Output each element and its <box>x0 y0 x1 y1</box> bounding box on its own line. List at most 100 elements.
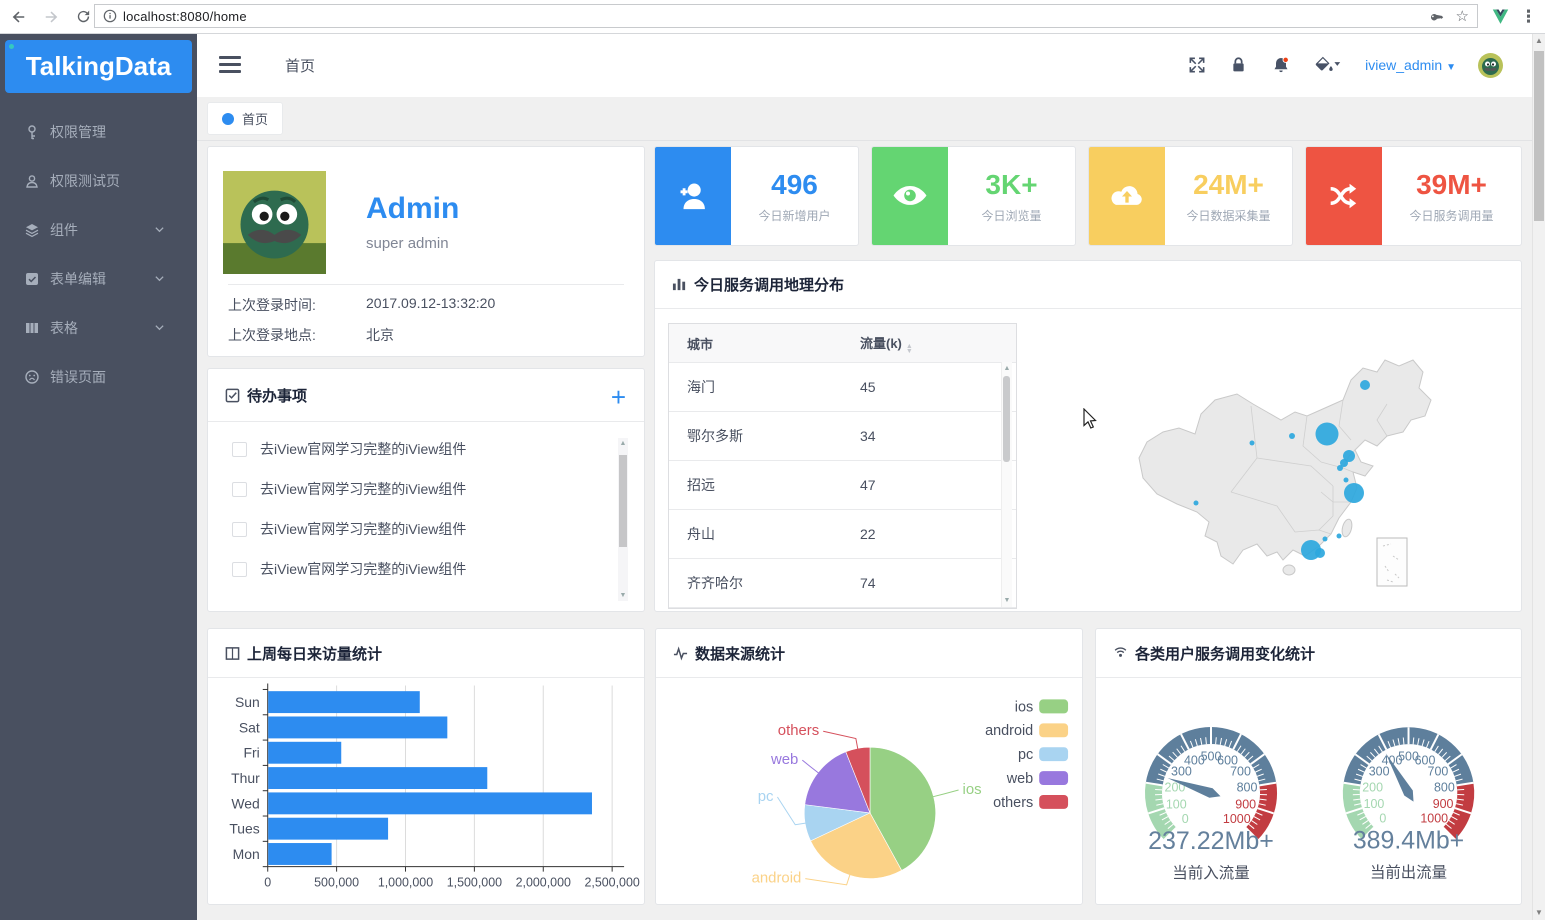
vue-devtools-icon[interactable] <box>1491 8 1510 25</box>
notification-bell-icon[interactable] <box>1271 55 1291 75</box>
table-row[interactable]: 舟山 22 <box>669 510 1016 559</box>
pulse-icon <box>673 646 688 661</box>
svg-text:700: 700 <box>1230 765 1251 779</box>
svg-text:Sat: Sat <box>239 719 260 735</box>
url-bar[interactable]: localhost:8080/home ☆ <box>94 4 1478 28</box>
logo-text: TalkingData <box>26 51 171 82</box>
table-row[interactable]: 海门 45 <box>669 363 1016 412</box>
card-title: 今日服务调用地理分布 <box>694 274 844 295</box>
svg-text:900: 900 <box>1433 797 1454 811</box>
stat-value: 496 <box>771 169 818 201</box>
svg-text:android: android <box>752 870 802 887</box>
todo-item: 去iView官网学习完整的iView组件 <box>232 479 466 499</box>
svg-text:当前出流量: 当前出流量 <box>1370 864 1447 882</box>
mouse-cursor <box>1083 408 1098 429</box>
svg-text:android: android <box>985 723 1033 739</box>
sidebar-item-permission-test[interactable]: 权限测试页 <box>0 156 197 205</box>
scroll-down-icon[interactable]: ▼ <box>1002 597 1012 604</box>
svg-text:pc: pc <box>1018 747 1033 763</box>
sidebar-item-components[interactable]: 组件 <box>0 205 197 254</box>
pie-chart: iosandroidpcwebothersiosandroidpcwebothe… <box>656 677 1082 904</box>
fullscreen-icon[interactable] <box>1187 55 1207 75</box>
person-add-icon <box>655 147 731 245</box>
app-logo[interactable]: TalkingData <box>5 40 192 93</box>
lock-icon[interactable] <box>1229 55 1249 75</box>
svg-text:web: web <box>1006 771 1033 787</box>
sidebar-item-error-pages[interactable]: 错误页面 <box>0 352 197 401</box>
breadcrumb[interactable]: 首页 <box>285 55 315 76</box>
person-lock-icon <box>24 173 40 189</box>
stat-label: 今日数据采集量 <box>1186 207 1270 224</box>
user-name: Admin <box>366 192 459 226</box>
collapse-menu-icon[interactable] <box>219 56 241 74</box>
browser-menu-icon[interactable]: ⋮ <box>1520 7 1537 27</box>
app-header: 首页 iview_admin ▼ <box>197 33 1533 98</box>
table-row[interactable]: 招远 47 <box>669 461 1016 510</box>
sidebar-item-tables[interactable]: 表格 <box>0 303 197 352</box>
todo-checkbox[interactable] <box>232 482 247 497</box>
sidebar-item-label: 错误页面 <box>50 367 106 387</box>
svg-text:pc: pc <box>758 788 774 805</box>
sidebar-menu: 权限管理 权限测试页 组件 表单编辑 表格 错误页面 <box>0 107 197 401</box>
chevron-down-icon <box>154 224 165 235</box>
sidebar: TalkingData 权限管理 权限测试页 组件 表单编辑 表格 错误页面 <box>0 33 197 920</box>
todo-checkbox[interactable] <box>232 562 247 577</box>
todo-item: 去iView官网学习完整的iView组件 <box>232 439 466 459</box>
column-header-traffic[interactable]: 流量(k)▲▼ <box>842 333 913 354</box>
todo-checkbox[interactable] <box>232 522 247 537</box>
bookmark-star-icon[interactable]: ☆ <box>1456 7 1469 25</box>
user-profile-card: Admin super admin 上次登录时间: 2017.09.12-13:… <box>207 146 645 357</box>
svg-text:389.4Mb+: 389.4Mb+ <box>1353 827 1464 855</box>
sidebar-item-label: 权限测试页 <box>50 171 120 191</box>
todo-card: 待办事项 + 去iView官网学习完整的iView组件 去iView官网学习完整… <box>207 368 645 612</box>
stat-label: 今日新增用户 <box>758 207 830 224</box>
sidebar-item-permissions[interactable]: 权限管理 <box>0 107 197 156</box>
scroll-down-icon[interactable]: ▼ <box>618 592 628 599</box>
scrollbar-thumb[interactable] <box>1003 376 1010 462</box>
page-scrollbar[interactable]: ▲ ▼ <box>1532 33 1545 920</box>
svg-text:700: 700 <box>1428 765 1449 779</box>
tab-home[interactable]: 首页 <box>207 102 283 135</box>
column-header-city: 城市 <box>669 334 842 353</box>
card-title: 待办事项 <box>247 385 307 406</box>
scroll-down-icon[interactable]: ▼ <box>1533 908 1545 917</box>
theme-bucket-icon[interactable] <box>1313 55 1343 75</box>
svg-text:ios: ios <box>963 781 982 798</box>
add-todo-button[interactable]: + <box>611 382 626 413</box>
svg-text:1,000,000: 1,000,000 <box>378 876 433 890</box>
table-row[interactable]: 齐齐哈尔 74 <box>669 559 1016 608</box>
todo-scrollbar[interactable]: ▲ ▼ <box>618 438 628 601</box>
avatar[interactable] <box>1478 53 1503 78</box>
username-text: iview_admin <box>1365 57 1442 73</box>
table-row[interactable]: 鄂尔多斯 34 <box>669 412 1016 461</box>
browser-forward-icon[interactable] <box>38 4 64 30</box>
info-circle-icon <box>103 9 117 23</box>
gauge-out-traffic: 01002003004005006007008009001000389.4Mb+… <box>1309 677 1521 904</box>
card-title: 数据来源统计 <box>695 643 785 664</box>
scroll-up-icon[interactable]: ▲ <box>1002 365 1012 372</box>
layers-icon <box>24 222 40 238</box>
error-face-icon <box>24 369 40 385</box>
sort-carets-icon[interactable]: ▲▼ <box>906 344 913 354</box>
table-scrollbar[interactable]: ▲ ▼ <box>1001 362 1012 607</box>
scroll-up-icon[interactable]: ▲ <box>1533 36 1545 45</box>
checkbox-icon <box>24 271 40 287</box>
login-time-label: 上次登录时间: <box>228 295 316 315</box>
scroll-up-icon[interactable]: ▲ <box>618 440 628 447</box>
sidebar-item-label: 组件 <box>50 220 78 240</box>
password-key-icon[interactable] <box>1430 9 1444 23</box>
browser-back-icon[interactable] <box>6 4 32 30</box>
sidebar-item-form-edit[interactable]: 表单编辑 <box>0 254 197 303</box>
data-source-card: 数据来源统计 iosandroidpcwebothersiosandroidpc… <box>655 628 1083 905</box>
scrollbar-thumb[interactable] <box>619 455 627 547</box>
scrollbar-thumb[interactable] <box>1534 51 1544 221</box>
bar-chart: 0500,0001,000,0001,500,0002,000,0002,500… <box>208 677 644 904</box>
svg-text:200: 200 <box>1362 780 1383 794</box>
todo-checkbox[interactable] <box>232 442 247 457</box>
browser-reload-icon[interactable] <box>70 4 96 30</box>
stat-card-service-calls: 39M+ 今日服务调用量 <box>1305 146 1522 246</box>
svg-text:0: 0 <box>1182 812 1189 826</box>
svg-text:0: 0 <box>1379 812 1386 826</box>
user-menu[interactable]: iview_admin ▼ <box>1365 57 1456 73</box>
svg-text:800: 800 <box>1434 780 1455 794</box>
